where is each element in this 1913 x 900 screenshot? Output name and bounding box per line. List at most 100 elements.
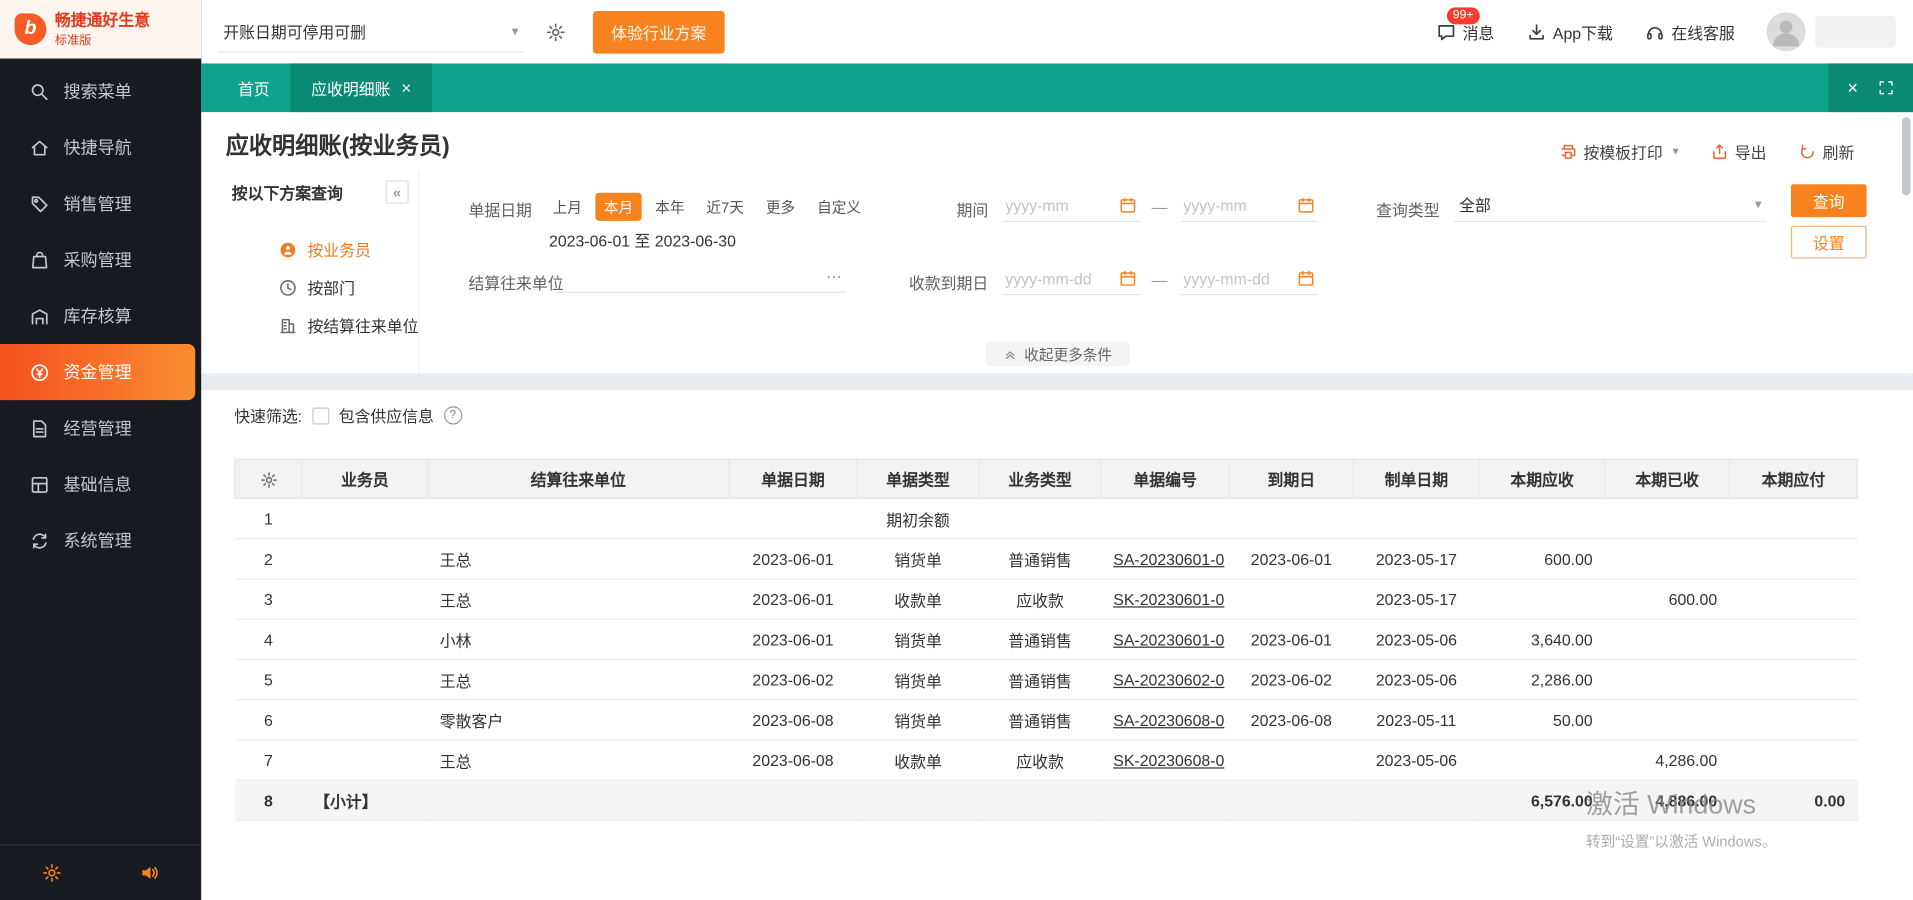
online-service-button[interactable]: 在线客服 bbox=[1645, 20, 1735, 43]
due-end-input[interactable]: yyyy-mm-dd bbox=[1180, 264, 1318, 296]
vertical-scrollbar[interactable] bbox=[1901, 117, 1911, 895]
sidebar-item-system[interactable]: 系统管理 bbox=[0, 512, 201, 568]
trial-solution-button[interactable]: 体验行业方案 bbox=[592, 10, 725, 54]
gear-icon[interactable] bbox=[41, 863, 62, 884]
table-row[interactable]: 7 王总 2023-06-08 收款单 应收款 SK-20230608-0 2023-05-… bbox=[234, 739, 1858, 781]
topbar-right-group: 99+ 消息 App下载 在线客服 bbox=[1404, 6, 1896, 52]
table-row[interactable]: 2 王总 2023-06-01 销货单 普通销售 SA-20230601-0 2023-06… bbox=[234, 538, 1858, 580]
collapse-panel-icon[interactable]: « bbox=[385, 180, 409, 204]
scheme-item-by-salesperson[interactable]: 按业务员 bbox=[215, 231, 419, 269]
query-type-select[interactable]: 全部 ▾ bbox=[1454, 188, 1767, 223]
gear-icon[interactable] bbox=[259, 470, 277, 488]
doc-no-link[interactable]: SA-20230602-0 bbox=[1113, 670, 1224, 688]
column-header[interactable]: 本期应收 bbox=[1478, 458, 1606, 499]
doc-no-link[interactable]: SK-20230608-0 bbox=[1113, 751, 1224, 769]
refresh-icon bbox=[1800, 144, 1814, 159]
range-pill-more[interactable]: 更多 bbox=[757, 193, 803, 221]
column-header[interactable]: 制单日期 bbox=[1352, 458, 1480, 499]
column-header[interactable]: 业务类型 bbox=[978, 458, 1102, 499]
calendar-icon[interactable] bbox=[1119, 196, 1137, 214]
doc-no-link[interactable]: SA-20230608-0 bbox=[1113, 711, 1224, 729]
doc-no-link[interactable]: SK-20230601-0 bbox=[1113, 590, 1224, 608]
range-pill-this-month[interactable]: 本月 bbox=[595, 192, 642, 221]
close-icon[interactable]: × bbox=[1847, 77, 1858, 98]
column-header[interactable]: 到期日 bbox=[1228, 458, 1355, 499]
cell-doc-type: 销货单 bbox=[857, 699, 980, 741]
calendar-icon[interactable] bbox=[1297, 196, 1315, 214]
column-header[interactable]: 业务员 bbox=[301, 458, 429, 499]
scheme-item-by-settlement-unit[interactable]: 按结算往来单位 bbox=[215, 306, 418, 344]
export-button[interactable]: 导出 bbox=[1710, 140, 1767, 163]
cell-receivable bbox=[1479, 578, 1605, 620]
scheme-title: 按以下方案查询 bbox=[231, 184, 343, 203]
range-pill-last-month[interactable]: 上月 bbox=[544, 193, 590, 221]
period-start-input[interactable]: yyyy-mm bbox=[1002, 190, 1140, 223]
column-header[interactable]: 单据编号 bbox=[1100, 458, 1230, 499]
app-download-button[interactable]: App下载 bbox=[1526, 20, 1613, 43]
due-start-input[interactable]: yyyy-mm-dd bbox=[1002, 264, 1140, 296]
table-body: 1 期初余额 2 王总 2023-06-01 销货单 普通销售 SA-20230601-0 20… bbox=[234, 498, 1858, 822]
tab-close-icon[interactable]: × bbox=[401, 78, 411, 98]
cell-doc-no: SK-20230608-0 bbox=[1101, 739, 1230, 781]
settle-unit-input[interactable]: ⋯ bbox=[556, 261, 847, 293]
due-date-label: 收款到期日 bbox=[908, 274, 989, 293]
table-row[interactable]: 3 王总 2023-06-01 收款单 应收款 SK-20230601-0 2023-05-… bbox=[234, 578, 1858, 620]
sidebar-item-label: 搜索菜单 bbox=[63, 81, 132, 102]
table-row[interactable]: 6 零散客户 2023-06-08 销货单 普通销售 SA-20230608-0 2023-… bbox=[234, 699, 1858, 741]
table-row[interactable]: 5 王总 2023-06-02 销货单 普通销售 SA-20230602-0 2023-06… bbox=[234, 659, 1858, 701]
account-period-dropdown[interactable]: 开账日期可停用可删 ▾ bbox=[218, 11, 524, 53]
tab-home[interactable]: 首页 bbox=[217, 63, 290, 112]
table-row[interactable]: 1 期初余额 bbox=[234, 498, 1858, 540]
collapse-label: 收起更多条件 bbox=[1024, 345, 1113, 363]
column-header[interactable]: 单据类型 bbox=[856, 458, 980, 499]
sidebar-item-operation[interactable]: 经营管理 bbox=[0, 400, 201, 456]
query-button[interactable]: 查询 bbox=[1790, 184, 1867, 218]
column-header[interactable]: 本期应付 bbox=[1728, 458, 1859, 499]
sidebar-item-base-info[interactable]: 基础信息 bbox=[0, 456, 201, 512]
scheme-item-by-department[interactable]: 按部门 bbox=[215, 268, 419, 306]
range-pill-this-year[interactable]: 本年 bbox=[647, 193, 693, 221]
brand-logo: b 畅捷通好生意 标准版 bbox=[0, 0, 202, 59]
more-options-icon[interactable]: ⋯ bbox=[826, 267, 842, 287]
table-row[interactable]: 8 【小计】 6,576.00 4,886.00 0.00 bbox=[234, 780, 1858, 822]
scheme-header: 按以下方案查询 « bbox=[215, 171, 419, 204]
column-header[interactable]: 单据日期 bbox=[728, 458, 858, 499]
doc-no-link[interactable]: SA-20230601-0 bbox=[1113, 550, 1224, 568]
fullscreen-icon[interactable] bbox=[1878, 79, 1895, 96]
cell-payable bbox=[1729, 699, 1858, 741]
help-icon[interactable]: ? bbox=[443, 406, 462, 425]
sync-icon bbox=[32, 532, 47, 549]
settings-button[interactable]: 设置 bbox=[1790, 225, 1867, 259]
sidebar-item-sales[interactable]: 销售管理 bbox=[0, 176, 201, 232]
period-end-input[interactable]: yyyy-mm bbox=[1180, 190, 1318, 223]
table-row[interactable]: 4 小林 2023-06-01 销货单 普通销售 SA-20230601-0 2023-06… bbox=[234, 619, 1858, 661]
doc-no-link[interactable]: SA-20230601-0 bbox=[1113, 630, 1224, 648]
cell-no: 7 bbox=[234, 739, 302, 781]
sidebar-item-quick-nav[interactable]: 快捷导航 bbox=[0, 120, 201, 176]
calendar-icon[interactable] bbox=[1297, 270, 1315, 288]
scheme-items: 按业务员 按部门 按结算往来单位 bbox=[215, 231, 419, 344]
range-pill-last-7-days[interactable]: 近7天 bbox=[698, 193, 753, 221]
refresh-button[interactable]: 刷新 bbox=[1798, 140, 1854, 163]
sidebar-item-funds[interactable]: 资金管理 bbox=[0, 344, 196, 401]
sidebar-item-inventory[interactable]: 库存核算 bbox=[0, 288, 201, 344]
column-header[interactable]: 结算往来单位 bbox=[427, 458, 730, 499]
sidebar-item-label: 经营管理 bbox=[63, 418, 132, 438]
salesperson-icon bbox=[280, 242, 296, 257]
sidebar-item-purchase[interactable]: 采购管理 bbox=[0, 232, 201, 288]
include-supplier-checkbox[interactable] bbox=[311, 406, 329, 424]
print-by-template-button[interactable]: 按模板打印 ▾ bbox=[1559, 140, 1679, 163]
messages-button[interactable]: 99+ 消息 bbox=[1436, 6, 1494, 43]
column-header[interactable]: 本期已收 bbox=[1604, 458, 1730, 499]
tab-receivable-ledger[interactable]: 应收明细账 × bbox=[290, 63, 433, 113]
speaker-icon[interactable] bbox=[139, 863, 160, 884]
sidebar-item-search-menu[interactable]: 搜索菜单 bbox=[0, 63, 201, 119]
range-pill-custom[interactable]: 自定义 bbox=[809, 193, 870, 221]
collapse-more-conditions[interactable]: 收起更多条件 bbox=[985, 341, 1130, 366]
avatar[interactable] bbox=[1766, 12, 1806, 52]
settings-gear-button[interactable] bbox=[545, 21, 566, 42]
calendar-icon[interactable] bbox=[1119, 270, 1137, 288]
cell-payable: 0.00 bbox=[1729, 780, 1858, 822]
cell-date: 2023-06-02 bbox=[728, 659, 858, 701]
scrollbar-thumb[interactable] bbox=[1901, 117, 1911, 196]
